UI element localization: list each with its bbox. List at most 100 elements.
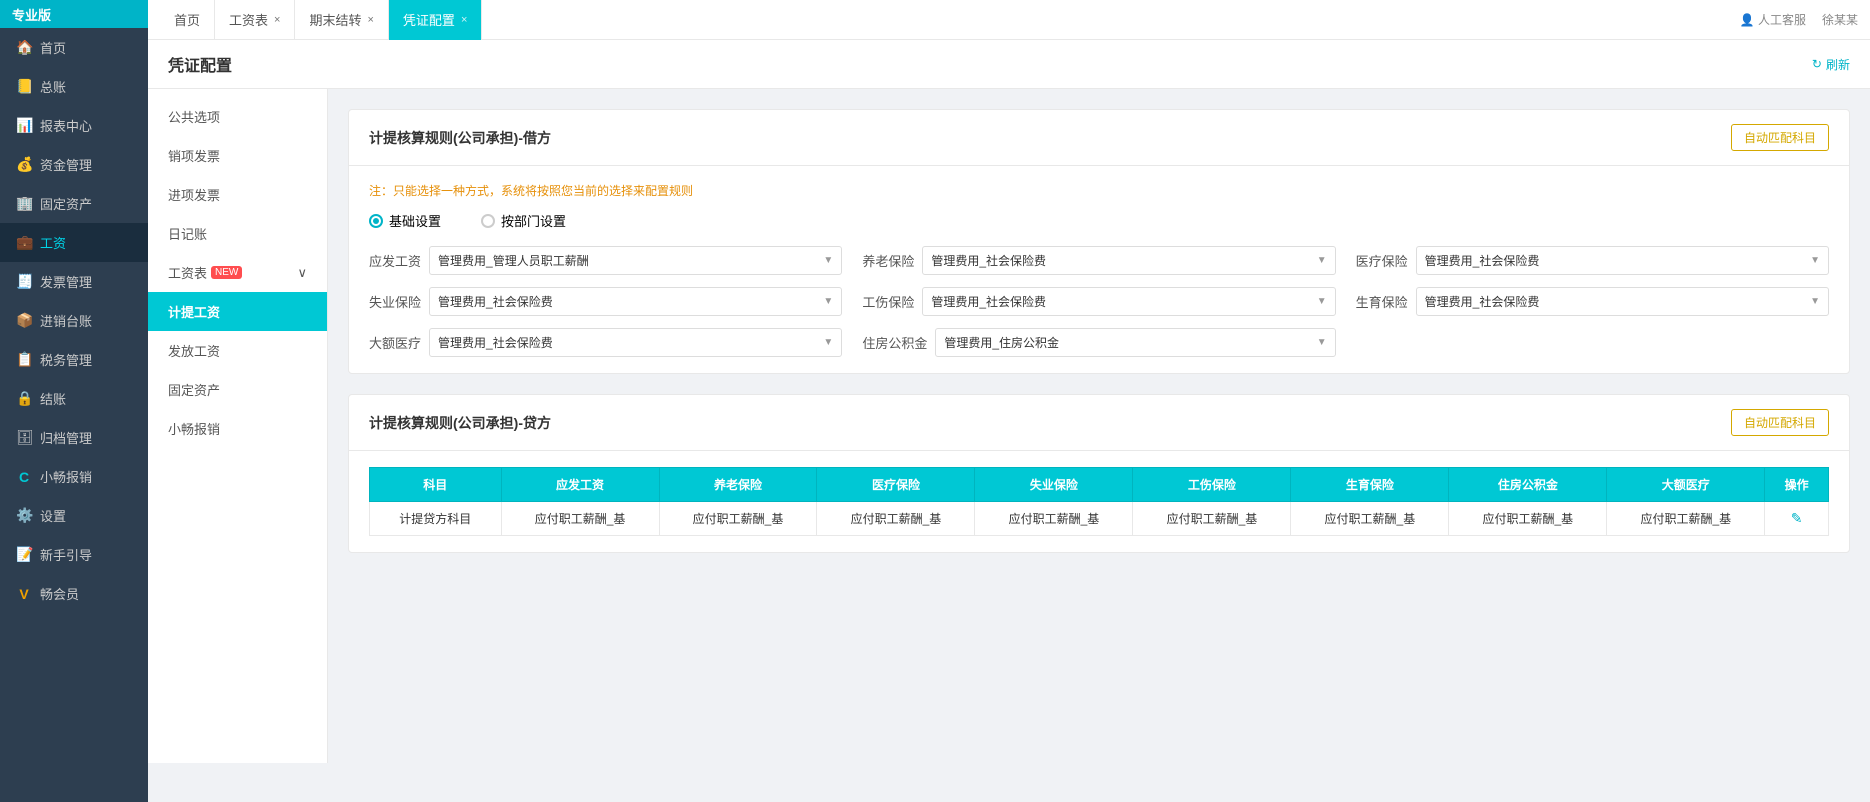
home-icon: 🏠: [16, 39, 32, 56]
sidebar-item-invoice[interactable]: 🧾 发票管理: [0, 262, 148, 301]
sidebar: 专业版 🏠 首页 📒 总账 📊 报表中心 💰 资金管理 🏢 固定资产 💼 工资 …: [0, 0, 148, 802]
tab-voucher-config-label: 凭证配置: [403, 10, 455, 29]
tab-payroll-close[interactable]: ×: [274, 14, 280, 26]
tab-voucher-config[interactable]: 凭证配置 ×: [389, 0, 482, 40]
nav-item-public[interactable]: 公共选项: [148, 97, 327, 136]
credit-auto-match-button[interactable]: 自动匹配科目: [1731, 409, 1829, 436]
td-big-medical: 应付职工薪酬_基: [1607, 502, 1765, 536]
app-edition: 专业版: [0, 0, 148, 28]
th-action: 操作: [1765, 468, 1829, 502]
debit-section-body: 注：只能选择一种方式，系统将按照您当前的选择来配置规则 基础设置 按部门设置: [349, 166, 1849, 373]
debit-auto-match-button[interactable]: 自动匹配科目: [1731, 124, 1829, 151]
table-row: 计提贷方科目 应付职工薪酬_基 应付职工薪酬_基 应付职工薪酬_基: [370, 502, 1829, 536]
chevron-down-icon: ▼: [1317, 337, 1327, 348]
radio-dept-label: 按部门设置: [501, 211, 566, 230]
tab-period-close-label: 期末结转: [309, 10, 361, 29]
sidebar-item-guide[interactable]: 📝 新手引导: [0, 535, 148, 574]
tab-period-close[interactable]: 期末结转 ×: [295, 0, 388, 40]
sidebar-item-member[interactable]: V 畅会员: [0, 574, 148, 613]
debit-note: 注：只能选择一种方式，系统将按照您当前的选择来配置规则: [369, 182, 1829, 199]
tab-payroll[interactable]: 工资表 ×: [215, 0, 295, 40]
sidebar-item-inventory[interactable]: 📦 进销台账: [0, 301, 148, 340]
refresh-label: 刷新: [1826, 56, 1850, 73]
sidebar-item-archive[interactable]: 🗄 归档管理: [0, 418, 148, 457]
form-row-maternity: 生育保险 管理费用_社会保险费 ▼: [1356, 287, 1829, 316]
tab-home-label: 首页: [174, 10, 200, 29]
nav-item-xiaochang-expense[interactable]: 小畅报销: [148, 409, 327, 448]
th-injury: 工伤保险: [1133, 468, 1291, 502]
refresh-button[interactable]: ↻ 刷新: [1812, 56, 1850, 73]
edit-icon[interactable]: ✎: [1791, 510, 1803, 526]
form-row-pension: 养老保险 管理费用_社会保险费 ▼: [862, 246, 1335, 275]
radio-dept[interactable]: 按部门设置: [481, 211, 566, 230]
sidebar-item-salary[interactable]: 💼 工资: [0, 223, 148, 262]
debit-form-grid: 应发工资 管理费用_管理人员职工薪酬 ▼ 养老保险 管理费用_社会保险费: [369, 246, 1829, 357]
tab-voucher-config-close[interactable]: ×: [461, 14, 467, 26]
radio-basic-circle: [369, 214, 383, 228]
sidebar-item-label: 总账: [40, 77, 66, 96]
ledger-icon: 📒: [16, 78, 32, 95]
tab-payroll-label: 工资表: [229, 10, 268, 29]
select-salary[interactable]: 管理费用_管理人员职工薪酬 ▼: [429, 246, 842, 275]
credit-section-header: 计提核算规则(公司承担)-贷方 自动匹配科目: [349, 395, 1849, 451]
nav-item-sales-invoice[interactable]: 销项发票: [148, 136, 327, 175]
tab-period-close-close[interactable]: ×: [367, 14, 373, 26]
select-unemployment[interactable]: 管理费用_社会保险费 ▼: [429, 287, 842, 316]
select-maternity-value: 管理费用_社会保险费: [1425, 293, 1540, 310]
nav-item-calc-salary[interactable]: 计提工资: [148, 292, 327, 331]
select-injury[interactable]: 管理费用_社会保险费 ▼: [922, 287, 1335, 316]
select-unemployment-value: 管理费用_社会保险费: [438, 293, 553, 310]
sidebar-item-ledger[interactable]: 📒 总账: [0, 67, 148, 106]
sidebar-item-reports[interactable]: 📊 报表中心: [0, 106, 148, 145]
sidebar-item-home[interactable]: 🏠 首页: [0, 28, 148, 67]
unemployment-value: 应付职工薪酬_基: [1009, 512, 1100, 526]
sidebar-item-close[interactable]: 🔒 结账: [0, 379, 148, 418]
select-maternity[interactable]: 管理费用_社会保险费 ▼: [1416, 287, 1829, 316]
sidebar-item-label: 发票管理: [40, 272, 92, 291]
tab-home[interactable]: 首页: [160, 0, 215, 40]
td-salary: 应付职工薪酬_基: [501, 502, 659, 536]
th-unemployment: 失业保险: [975, 468, 1133, 502]
sidebar-item-funds[interactable]: 💰 资金管理: [0, 145, 148, 184]
form-row-medical: 医疗保险 管理费用_社会保险费 ▼: [1356, 246, 1829, 275]
nav-item-pay-salary[interactable]: 发放工资: [148, 331, 327, 370]
injury-value: 应付职工薪酬_基: [1167, 512, 1258, 526]
radio-basic[interactable]: 基础设置: [369, 211, 441, 230]
refresh-icon: ↻: [1812, 57, 1822, 71]
th-pension: 养老保险: [659, 468, 817, 502]
left-nav: 公共选项 销项发票 进项发票 日记账 工资表 NEW ∨ 计提工资: [148, 89, 328, 763]
nav-item-payroll-table[interactable]: 工资表 NEW ∨: [148, 253, 327, 292]
page-area: 凭证配置 ↻ 刷新 公共选项 销项发票 进项发票 日记账: [148, 40, 1870, 802]
nav-item-fixed-assets[interactable]: 固定资产: [148, 370, 327, 409]
radio-group: 基础设置 按部门设置: [369, 211, 1829, 230]
td-unemployment: 应付职工薪酬_基: [975, 502, 1133, 536]
new-badge: NEW: [211, 266, 242, 279]
select-housing[interactable]: 管理费用_住房公积金 ▼: [935, 328, 1335, 357]
close-period-icon: 🔒: [16, 390, 32, 407]
sidebar-item-xiaochang[interactable]: C 小畅报销: [0, 457, 148, 496]
housing-value: 应付职工薪酬_基: [1483, 512, 1574, 526]
label-pension: 养老保险: [862, 251, 914, 270]
big-medical-value: 应付职工薪酬_基: [1640, 512, 1731, 526]
sidebar-item-settings[interactable]: ⚙️ 设置: [0, 496, 148, 535]
nav-item-purchase-invoice[interactable]: 进项发票: [148, 175, 327, 214]
expand-icon: ∨: [297, 265, 307, 281]
select-big-medical[interactable]: 管理费用_社会保险费 ▼: [429, 328, 842, 357]
th-salary: 应发工资: [501, 468, 659, 502]
td-injury: 应付职工薪酬_基: [1133, 502, 1291, 536]
form-row-salary: 应发工资 管理费用_管理人员职工薪酬 ▼: [369, 246, 842, 275]
sidebar-item-assets[interactable]: 🏢 固定资产: [0, 184, 148, 223]
nav-item-journal[interactable]: 日记账: [148, 214, 327, 253]
select-medical[interactable]: 管理费用_社会保险费 ▼: [1416, 246, 1829, 275]
form-row-empty: [1356, 328, 1829, 357]
form-row-big-medical: 大额医疗 管理费用_社会保险费 ▼: [369, 328, 842, 357]
chevron-down-icon: ▼: [1810, 255, 1820, 266]
label-medical: 医疗保险: [1356, 251, 1408, 270]
credit-table: 科目 应发工资 养老保险 医疗保险 失业保险 工伤保险 生育保险 住房公积金 大…: [369, 467, 1829, 536]
label-unemployment: 失业保险: [369, 292, 421, 311]
tax-icon: 📋: [16, 351, 32, 368]
sidebar-item-tax[interactable]: 📋 税务管理: [0, 340, 148, 379]
radio-dept-circle: [481, 214, 495, 228]
select-pension[interactable]: 管理费用_社会保险费 ▼: [922, 246, 1335, 275]
td-maternity: 应付职工薪酬_基: [1291, 502, 1449, 536]
